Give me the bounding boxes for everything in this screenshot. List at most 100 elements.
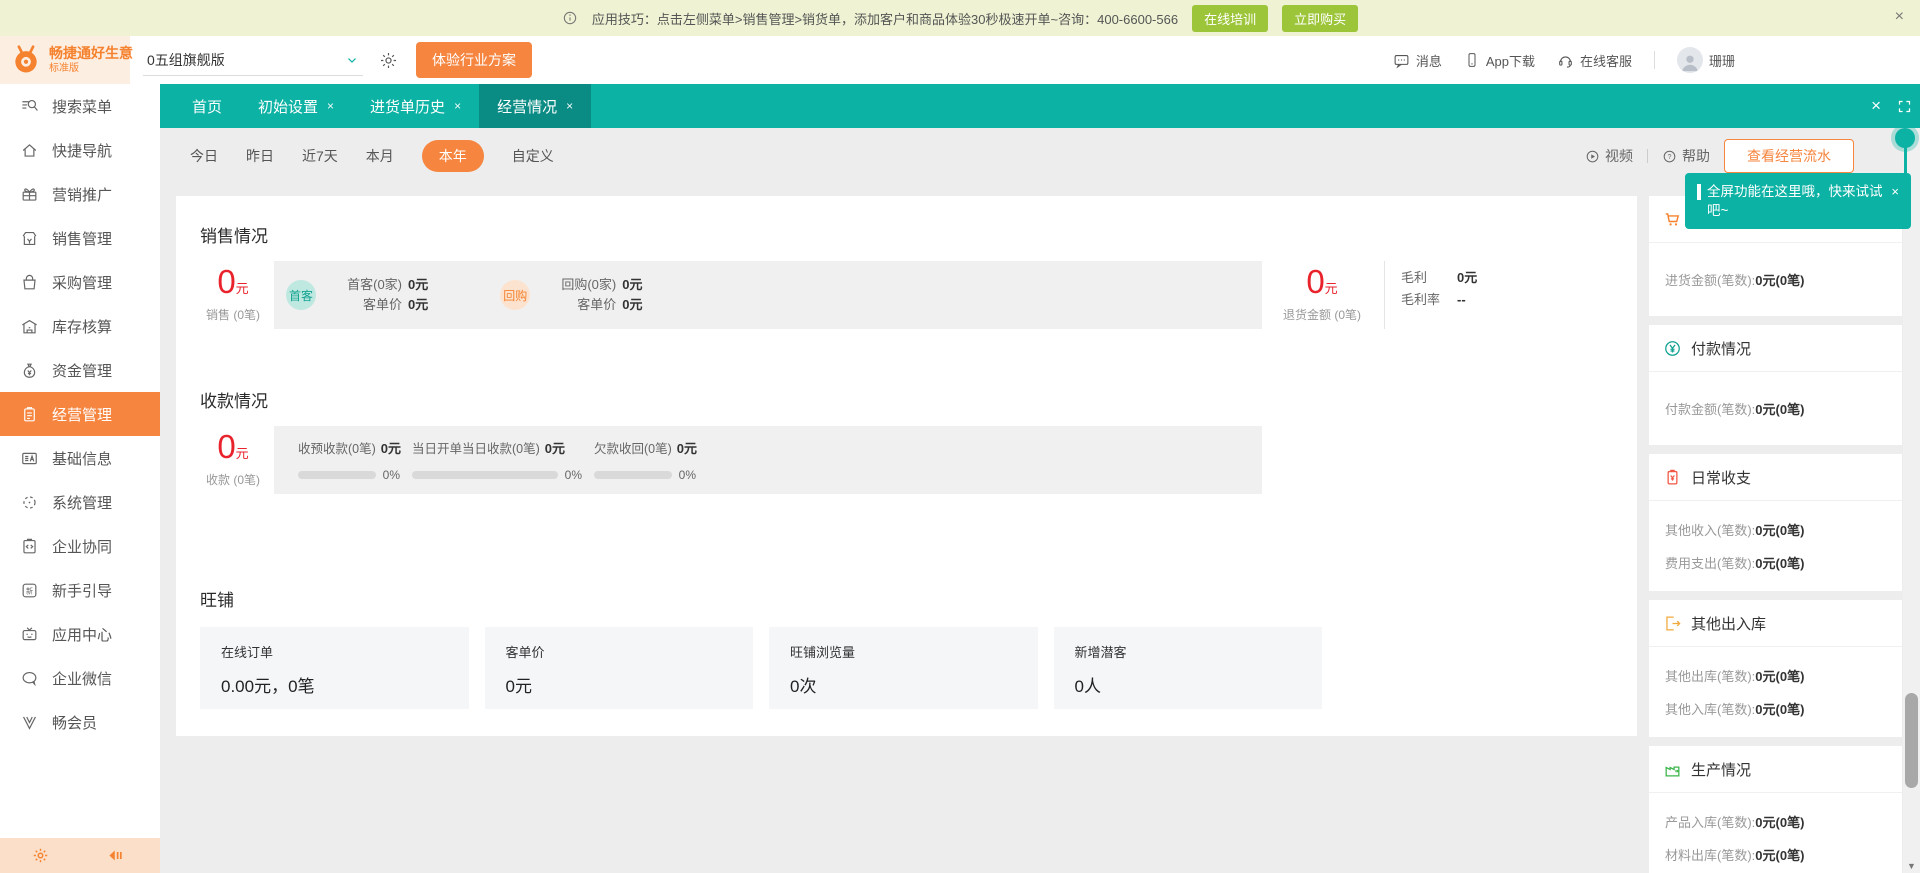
profit-block: 毛利 0元 毛利率 -- bbox=[1384, 261, 1613, 329]
online-orders-card: 在线订单 0.00元，0笔 bbox=[200, 627, 469, 709]
factory-icon bbox=[1663, 760, 1682, 779]
purchase-amount-line: 进货金额(笔数):0元(0笔) bbox=[1665, 273, 1805, 288]
header-right-group: 消息 App下载 在线客服 珊珊 bbox=[1393, 47, 1735, 73]
returns-total: 0元 退货金额 (0笔) bbox=[1282, 263, 1361, 322]
money-pouch-icon bbox=[20, 361, 39, 380]
doc-arrow-icon bbox=[1663, 614, 1682, 633]
sidebar-item-purchase-mgmt[interactable]: 采购管理 bbox=[0, 260, 160, 304]
sidebar-item-search-menu[interactable]: 搜索菜单 bbox=[0, 84, 160, 128]
range-today[interactable]: 今日 bbox=[190, 146, 218, 166]
sidebar-item-basic-info[interactable]: 基础信息 bbox=[0, 436, 160, 480]
notification-close-icon[interactable]: × bbox=[1895, 8, 1904, 26]
tooltip-text: 全屏功能在这里哦，快来试试吧~ bbox=[1707, 184, 1883, 218]
message-icon bbox=[1393, 52, 1410, 69]
collection-total: 0元 收款 (0笔) bbox=[205, 428, 260, 487]
other-inbound-line: 其他入库(笔数):0元(0笔) bbox=[1665, 702, 1805, 717]
tv-icon bbox=[20, 625, 39, 644]
buy-now-button[interactable]: 立即购买 bbox=[1282, 4, 1359, 32]
tab-initial-setup[interactable]: 初始设置 × bbox=[240, 84, 352, 128]
clipboard-icon bbox=[20, 405, 39, 424]
settings-gear-icon[interactable] bbox=[379, 51, 398, 70]
progress-bar bbox=[412, 471, 558, 479]
scrollbar-thumb[interactable] bbox=[1905, 693, 1918, 788]
sidebar-item-system-mgmt[interactable]: 系统管理 bbox=[0, 480, 160, 524]
repeat-customer-badge: 回购 bbox=[500, 280, 531, 310]
account-select[interactable]: 0五组旗舰版 bbox=[143, 45, 363, 76]
messages-button[interactable]: 消息 bbox=[1393, 51, 1442, 70]
shop-views-card: 旺铺浏览量 0次 bbox=[769, 627, 1038, 709]
sidebar-item-business-mgmt[interactable]: 经营管理 bbox=[0, 392, 160, 436]
chevron-down-icon bbox=[345, 53, 359, 67]
tab-close-icon[interactable]: × bbox=[454, 99, 461, 113]
tab-close-icon[interactable]: × bbox=[327, 99, 334, 113]
range-this-year[interactable]: 本年 bbox=[421, 140, 484, 172]
sidebar-item-newbie-guide[interactable]: 新 新手引导 bbox=[0, 568, 160, 612]
first-customer-badge: 首客 bbox=[286, 280, 316, 310]
tab-business-overview[interactable]: 经营情况 × bbox=[479, 84, 592, 128]
right-panel-column: 进货情况 进货金额(笔数):0元(0笔) 付款情况 bbox=[1649, 196, 1902, 873]
footer-gear-icon[interactable] bbox=[32, 847, 49, 864]
video-link[interactable]: 视频 bbox=[1585, 146, 1633, 166]
sidebar-item-sales-mgmt[interactable]: 销售管理 bbox=[0, 216, 160, 260]
info-icon bbox=[562, 10, 578, 26]
fullscreen-icon[interactable] bbox=[1897, 99, 1912, 114]
production-panel-header[interactable]: 生产情况 bbox=[1649, 746, 1902, 793]
app-download-label: App下载 bbox=[1485, 53, 1535, 69]
industry-solution-button[interactable]: 体验行业方案 bbox=[416, 42, 532, 78]
header-divider bbox=[1653, 51, 1655, 69]
app-download-button[interactable]: App下载 bbox=[1464, 51, 1535, 70]
close-all-tabs-icon[interactable]: × bbox=[1871, 96, 1881, 116]
sidebar-item-funds-mgmt[interactable]: 资金管理 bbox=[0, 348, 160, 392]
avatar bbox=[1676, 47, 1703, 73]
left-sidebar: 搜索菜单 快捷导航 营销推广 销售管理 采购管理 库存核算 资金管理 经营管理 … bbox=[0, 84, 160, 873]
prepaid-collection-metric: 收预收款(0笔) 0元 0% bbox=[298, 441, 402, 482]
range-custom[interactable]: 自定义 bbox=[512, 146, 554, 166]
online-support-button[interactable]: 在线客服 bbox=[1557, 51, 1632, 70]
business-overview-card: 销售情况 0元 销售 (0笔) 首客 首客(0家) 0元 客单价 0元 回购 回… bbox=[176, 196, 1637, 736]
range-this-month[interactable]: 本月 bbox=[366, 146, 394, 166]
home-icon bbox=[20, 141, 39, 160]
brand-edition: 标准版 bbox=[49, 63, 79, 75]
range-yesterday[interactable]: 昨日 bbox=[246, 146, 274, 166]
collection-metric-panel: 收预收款(0笔) 0元 0% 当日开单当日收款(0笔) 0元 0% 欠款收回(0笔)… bbox=[274, 426, 1262, 494]
sameday-collection-metric: 当日开单当日收款(0笔) 0元 0% bbox=[412, 441, 582, 482]
sidebar-item-quick-nav[interactable]: 快捷导航 bbox=[0, 128, 160, 172]
brand-name: 畅捷通好生意 bbox=[49, 44, 133, 61]
range-last7days[interactable]: 近7天 bbox=[302, 146, 338, 166]
content-area: 今日 昨日 近7天 本月 本年 自定义 视频 ? 帮助 查看经营流水 销售情况 … bbox=[160, 128, 1920, 873]
notification-text: 应用技巧：点击左侧菜单>销售管理>销货单，添加客户和商品体验30秒极速开单~咨询… bbox=[591, 11, 1179, 27]
tab-purchase-history[interactable]: 进货单历史 × bbox=[352, 84, 479, 128]
dashed-circle-icon bbox=[20, 493, 39, 512]
tab-home[interactable]: 首页 bbox=[174, 84, 240, 128]
other-inout-panel-header[interactable]: 其他出入库 bbox=[1649, 600, 1902, 647]
sidebar-item-inventory[interactable]: 库存核算 bbox=[0, 304, 160, 348]
sidebar-item-app-center[interactable]: 应用中心 bbox=[0, 612, 160, 656]
sales-section-title: 销售情况 bbox=[200, 227, 268, 246]
view-business-flow-button[interactable]: 查看经营流水 bbox=[1724, 139, 1854, 173]
progress-bar bbox=[594, 471, 672, 479]
scrollbar-down-arrow[interactable]: ▼ bbox=[1903, 861, 1920, 871]
tooltip-close-icon[interactable]: × bbox=[1891, 182, 1899, 220]
sidebar-item-enterprise-collab[interactable]: 企业协同 bbox=[0, 524, 160, 568]
warehouse-icon bbox=[20, 317, 39, 336]
progress-bar bbox=[298, 471, 376, 479]
clipboard-sync-icon bbox=[20, 537, 39, 556]
online-training-button[interactable]: 在线培训 bbox=[1192, 4, 1269, 32]
id-card-icon bbox=[20, 449, 39, 468]
collapse-sidebar-icon[interactable] bbox=[107, 847, 124, 864]
daily-expense-panel-header[interactable]: 日常收支 bbox=[1649, 454, 1902, 501]
payment-panel-header[interactable]: 付款情况 bbox=[1649, 325, 1902, 372]
shop-section-title: 旺铺 bbox=[200, 591, 234, 610]
sidebar-item-wechat[interactable]: 企业微信 bbox=[0, 656, 160, 700]
sidebar-item-marketing[interactable]: 营销推广 bbox=[0, 172, 160, 216]
chat-bubble-icon bbox=[20, 669, 39, 688]
new-badge-icon: 新 bbox=[20, 581, 39, 600]
sidebar-item-member[interactable]: 畅会员 bbox=[0, 700, 160, 744]
user-account[interactable]: 珊珊 bbox=[1676, 47, 1735, 73]
cart-icon bbox=[1663, 210, 1682, 229]
help-link[interactable]: ? 帮助 bbox=[1662, 146, 1710, 166]
sales-stat-row: 0元 销售 (0笔) 首客 首客(0家) 0元 客单价 0元 回购 回购(0家)… bbox=[200, 261, 1613, 329]
account-value: 0五组旗舰版 bbox=[147, 51, 225, 68]
yuan-circle-icon bbox=[1663, 339, 1682, 358]
tab-close-icon[interactable]: × bbox=[566, 99, 573, 113]
